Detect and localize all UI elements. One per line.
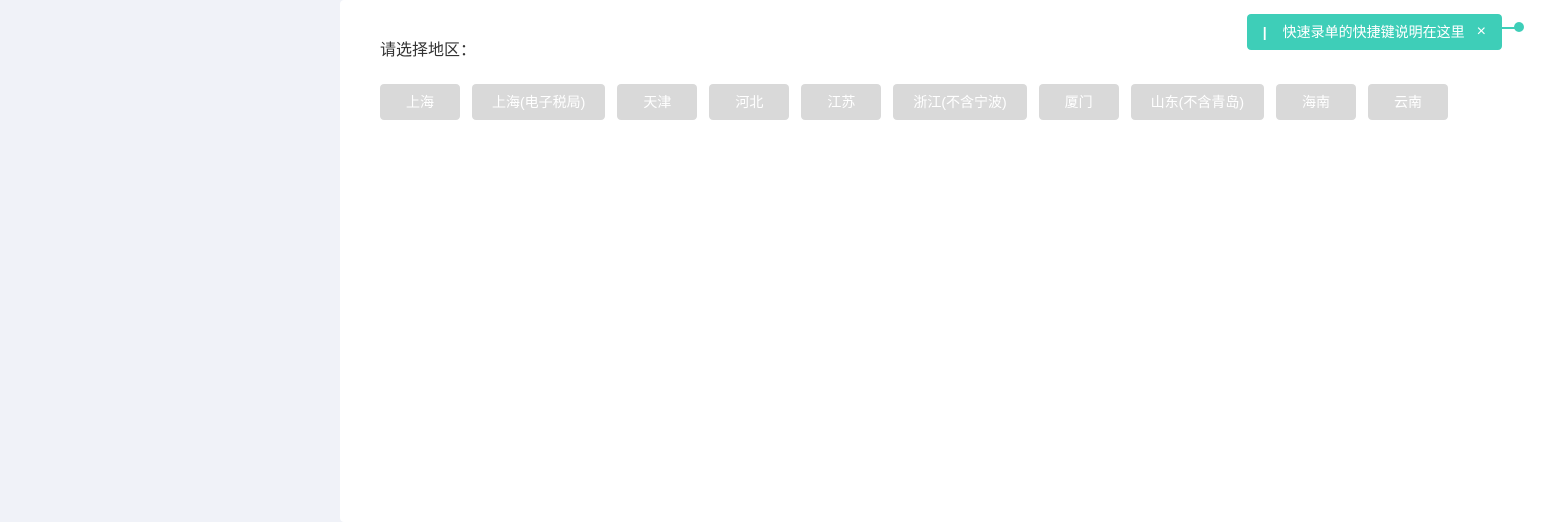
region-buttons: 上海上海(电子税局) 天津河北江苏浙江(不含宁波) 厦门山东(不含青岛) 海南云南 [380,84,1522,120]
region-btn-jiangsu[interactable]: 江苏 [801,84,881,120]
region-btn-yunnan[interactable]: 云南 [1368,84,1448,120]
tooltip-banner: 快速录单的快捷键说明在这里 × [1247,14,1502,50]
region-btn-hebei[interactable]: 河北 [709,84,789,120]
region-btn-shanghai[interactable]: 上海 [380,84,460,120]
tooltip-connector-dot [1514,22,1524,32]
region-btn-tianjin[interactable]: 天津 [617,84,697,120]
region-btn-hainan[interactable]: 海南 [1276,84,1356,120]
region-btn-shanghai-e-tax[interactable]: 上海(电子税局) [472,84,605,120]
region-btn-xiamen[interactable]: 厦门 [1039,84,1119,120]
region-btn-shandong[interactable]: 山东(不含青岛) [1131,84,1264,120]
region-btn-zhejiang[interactable]: 浙江(不含宁波) [893,84,1026,120]
tooltip-text: 快速录单的快捷键说明在这里 [1283,22,1465,42]
tooltip-close-button[interactable]: × [1477,24,1486,40]
main-content: 请选择地区： 上海上海(电子税局)天津河北江苏浙江(不含宁波)厦门山东(不含青岛… [340,0,1562,522]
left-sidebar [0,0,340,522]
